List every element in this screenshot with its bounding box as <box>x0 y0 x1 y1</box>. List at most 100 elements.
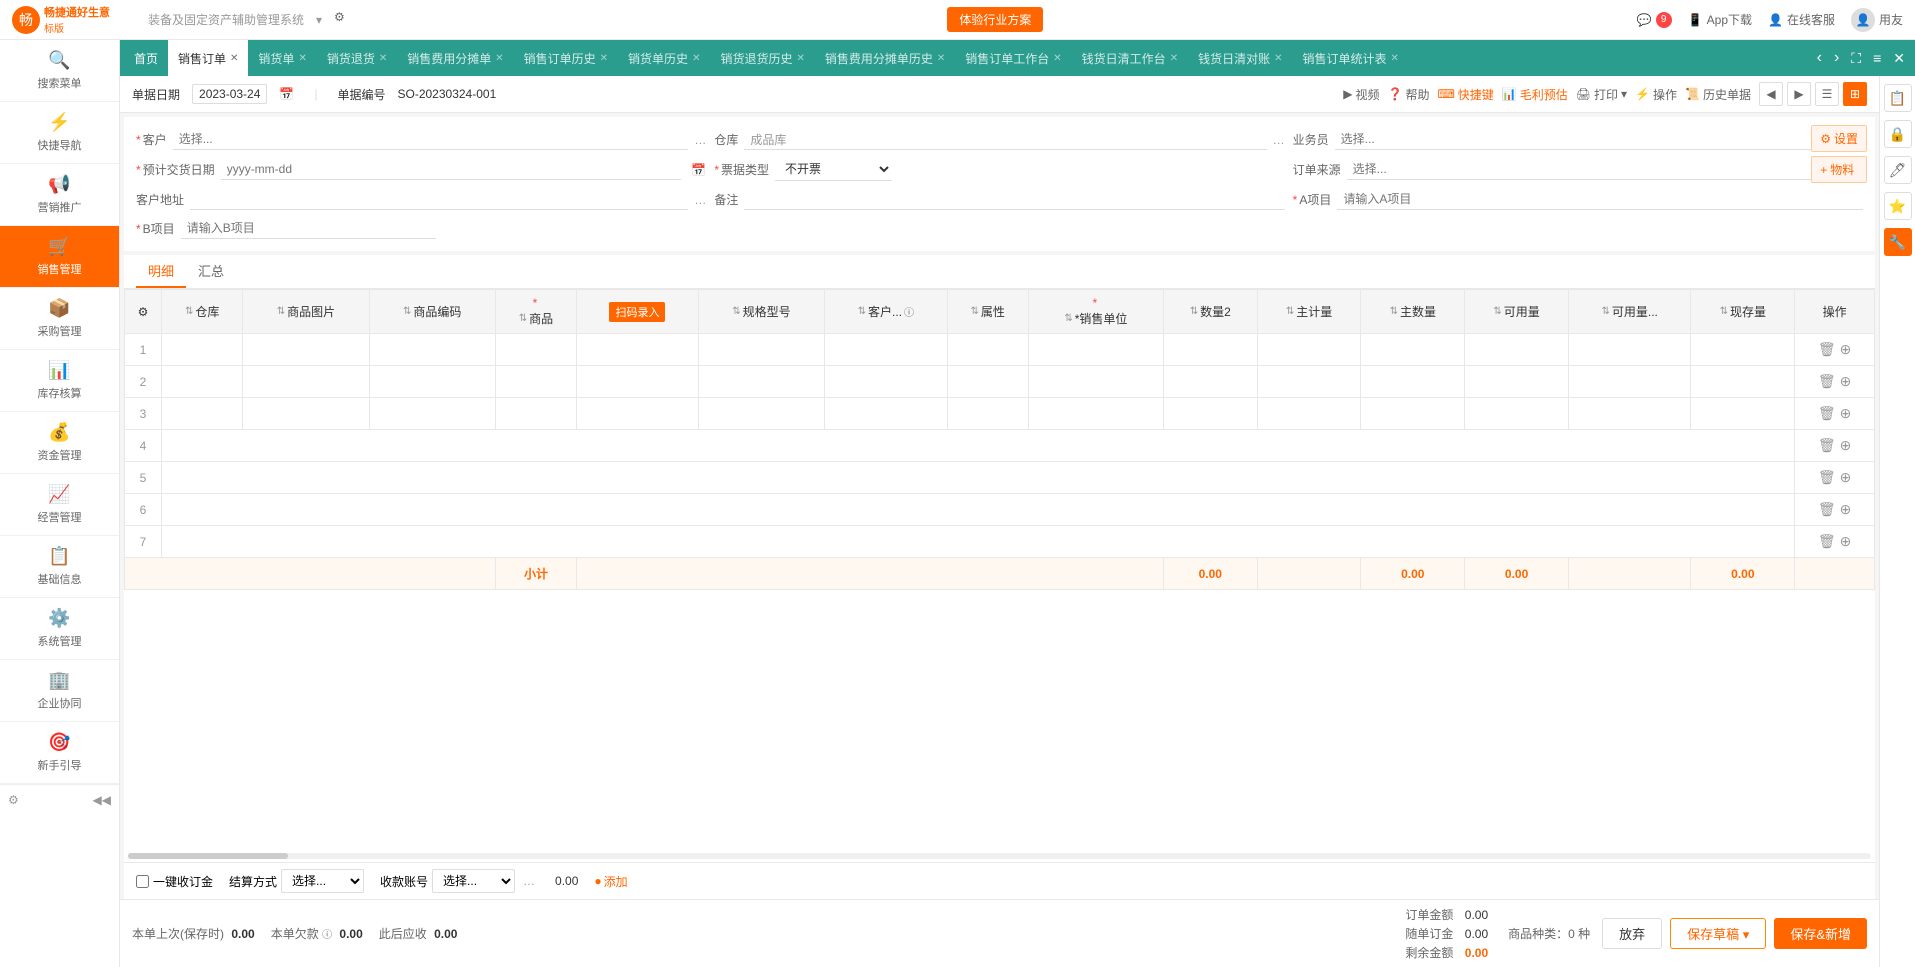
row-7-delete-btn[interactable]: 🗑 <box>1818 533 1836 550</box>
addrow-side-btn[interactable]: + 物料 <box>1811 156 1867 183</box>
invoice-select[interactable]: 不开票 增值税专用发票 普通发票 <box>775 158 892 181</box>
warehouse-ellipsis[interactable]: … <box>1273 133 1285 147</box>
col-settings[interactable]: ⚙ <box>125 290 162 334</box>
tab-sales-fee-split-close[interactable]: ✕ <box>495 53 503 64</box>
tab-detail[interactable]: 明细 <box>136 255 186 288</box>
settings-side-btn[interactable]: ⚙ 设置 <box>1811 125 1867 152</box>
col-code[interactable]: ⇅商品编码 <box>369 290 495 334</box>
row-2-product[interactable] <box>495 366 576 398</box>
scroll-track[interactable] <box>128 853 1871 859</box>
row-3-main-unit[interactable] <box>1257 398 1361 430</box>
operation-btn[interactable]: ⚡ 操作 <box>1635 86 1677 103</box>
row-3-available[interactable] <box>1465 398 1569 430</box>
account-ellipsis[interactable]: … <box>523 874 535 888</box>
tab-sales-order-close[interactable]: ✕ <box>230 53 238 64</box>
row-2-customer-code[interactable] <box>825 366 948 398</box>
row-1-code[interactable] <box>369 334 495 366</box>
row-2-available[interactable] <box>1465 366 1569 398</box>
history-btn[interactable]: 📜 历史单据 <box>1685 86 1751 103</box>
col-main-unit[interactable]: ⇅主计量 <box>1257 290 1361 334</box>
row-2-warehouse[interactable] <box>162 366 243 398</box>
tab-sales-refund-hist[interactable]: 销货退货历史 ✕ <box>710 40 814 76</box>
delivery-calendar-icon[interactable]: 📅 <box>691 163 706 177</box>
prev-record-btn[interactable]: ◀ <box>1759 82 1783 106</box>
row-2-stock[interactable] <box>1691 366 1795 398</box>
row-3-image[interactable] <box>243 398 369 430</box>
form-view-btn[interactable]: ⊞ <box>1843 82 1867 106</box>
col-warehouse[interactable]: ⇅仓库 <box>162 290 243 334</box>
row-6-delete-btn[interactable]: 🗑 <box>1818 501 1836 518</box>
shortcut-btn[interactable]: ⌨ 快捷键 <box>1437 86 1493 103</box>
tab-home[interactable]: 首页 <box>124 40 168 76</box>
tab-sales-fee-split[interactable]: 销售费用分摊单 ✕ <box>397 40 513 76</box>
sidebar-item-marketing[interactable]: 📢 营销推广 <box>0 164 119 226</box>
row-3-delete-btn[interactable]: 🗑 <box>1818 405 1836 422</box>
col-main-qty[interactable]: ⇅主数量 <box>1361 290 1465 334</box>
sidebar-item-finance[interactable]: 💰 资金管理 <box>0 412 119 474</box>
date-input[interactable]: 2023-03-24 <box>192 84 267 104</box>
tab-sales-refund[interactable]: 销货退货 ✕ <box>317 40 397 76</box>
tab-sales-order-work-close[interactable]: ✕ <box>1053 53 1061 64</box>
row-3-main-qty[interactable] <box>1361 398 1465 430</box>
address-ellipsis[interactable]: … <box>694 193 706 207</box>
sidebar-item-quick[interactable]: ⚡ 快捷导航 <box>0 102 119 164</box>
row-1-available2[interactable] <box>1568 334 1691 366</box>
customer-input[interactable] <box>173 129 689 150</box>
tab-sales-refund-hist-close[interactable]: ✕ <box>796 53 804 64</box>
order-source-input[interactable] <box>1347 159 1845 180</box>
save-new-btn[interactable]: 保存&新增 <box>1774 918 1867 949</box>
row-3-available2[interactable] <box>1568 398 1691 430</box>
sidebar-settings-icon[interactable]: ⚙ <box>8 793 19 807</box>
row-2-main-qty[interactable] <box>1361 366 1465 398</box>
row-1-main-qty[interactable] <box>1361 334 1465 366</box>
row-1-warehouse[interactable] <box>162 334 243 366</box>
row-1-delete-btn[interactable]: 🗑 <box>1818 341 1836 358</box>
row-2-image[interactable] <box>243 366 369 398</box>
address-input[interactable] <box>190 189 688 210</box>
tab-sales-return-hist-close[interactable]: ✕ <box>692 53 700 64</box>
col-customer-code[interactable]: ⇅客户... ⓘ <box>825 290 948 334</box>
row-1-qty2[interactable] <box>1163 334 1257 366</box>
tab-summary[interactable]: 汇总 <box>186 255 236 288</box>
add-btn[interactable]: ● 添加 <box>594 873 627 890</box>
save-draft-btn[interactable]: 保存草稿 ▾ <box>1670 918 1766 949</box>
tab-sales-return[interactable]: 销货单 ✕ <box>248 40 316 76</box>
industry-btn[interactable]: 体验行业方案 <box>947 7 1043 32</box>
row-3-unit[interactable] <box>1028 398 1163 430</box>
row-1-unit[interactable] <box>1028 334 1163 366</box>
tab-sales-return-close[interactable]: ✕ <box>298 53 306 64</box>
col-barcode-btn[interactable]: 扫码录入 <box>577 290 699 334</box>
settings-icon[interactable]: ⚙ <box>334 10 354 30</box>
col-spec[interactable]: ⇅规格型号 <box>698 290 824 334</box>
a-project-input[interactable] <box>1337 189 1863 210</box>
tab-maximize-btn[interactable]: ⛶ <box>1845 50 1867 67</box>
sidebar-item-guide[interactable]: 🎯 新手引导 <box>0 722 119 784</box>
row-2-qty2[interactable] <box>1163 366 1257 398</box>
row-3-copy-btn[interactable]: ⊕ <box>1840 405 1852 422</box>
sidebar-item-basic[interactable]: 📋 基础信息 <box>0 536 119 598</box>
list-view-btn[interactable]: ☰ <box>1815 82 1839 106</box>
b-project-input[interactable] <box>181 218 436 239</box>
barcode-entry-btn[interactable]: 扫码录入 <box>609 302 665 322</box>
tab-sales-stat[interactable]: 销售订单统计表 ✕ <box>1292 40 1408 76</box>
remark-input[interactable] <box>744 189 1284 210</box>
tab-sales-stat-close[interactable]: ✕ <box>1391 53 1399 64</box>
col-unit[interactable]: ⇅*销售单位 <box>1028 290 1163 334</box>
tab-prev-btn[interactable]: ‹ <box>1811 49 1828 67</box>
col-qty2[interactable]: ⇅数量2 <box>1163 290 1257 334</box>
sidebar-item-purchase[interactable]: 📦 采购管理 <box>0 288 119 350</box>
col-stock[interactable]: ⇅现存量 <box>1691 290 1795 334</box>
row-6-copy-btn[interactable]: ⊕ <box>1840 501 1852 518</box>
row-1-product[interactable] <box>495 334 576 366</box>
print-btn[interactable]: 🖨 打印 ▾ <box>1576 86 1627 103</box>
row-7-copy-btn[interactable]: ⊕ <box>1840 533 1852 550</box>
one-click-checkbox[interactable] <box>136 875 149 888</box>
row-2-available2[interactable] <box>1568 366 1691 398</box>
sidebar-collapse-icon[interactable]: ◀◀ <box>93 793 111 807</box>
customer-ellipsis[interactable]: … <box>694 133 706 147</box>
row-3-customer-code[interactable] <box>825 398 948 430</box>
tab-sales-order-hist[interactable]: 销售订单历史 ✕ <box>514 40 618 76</box>
tab-sales-order[interactable]: 销售订单 ✕ <box>168 40 248 76</box>
scroll-bar-area[interactable] <box>124 850 1875 862</box>
row-1-attribute[interactable] <box>947 334 1028 366</box>
